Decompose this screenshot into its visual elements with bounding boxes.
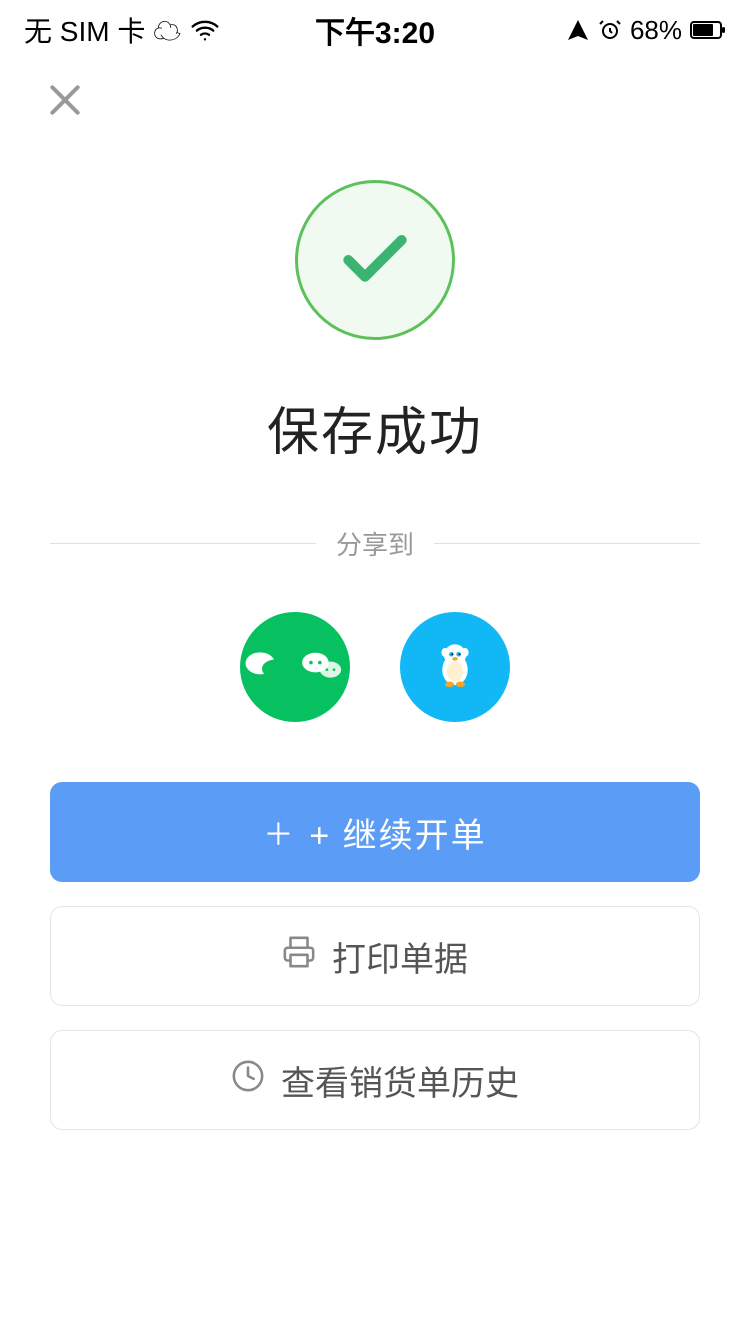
battery-icon [690, 20, 726, 40]
success-icon-circle [295, 180, 455, 340]
status-time: 下午3:20 [315, 8, 435, 52]
continue-label: + 继续开单 [309, 808, 486, 857]
divider-row: 分享到 [50, 525, 700, 562]
close-button[interactable] [40, 75, 90, 125]
share-qq-button[interactable] [400, 612, 510, 722]
checkmark-icon [335, 220, 415, 300]
main-content: 保存成功 分享到 [0, 140, 750, 1334]
print-button[interactable]: 打印单据 [50, 906, 700, 1006]
clock-icon [231, 1059, 265, 1101]
history-label: 查看销货单历史 [281, 1056, 519, 1105]
wifi-icon [191, 16, 219, 44]
status-right: 68% [566, 15, 726, 46]
share-label: 分享到 [336, 525, 414, 562]
print-icon [282, 935, 316, 977]
battery-label: 68% [630, 15, 682, 46]
success-title: 保存成功 [267, 390, 483, 465]
wechat-icon [240, 637, 295, 697]
action-buttons: ＋ + 继续开单 打印单据 查看销货单历史 [50, 782, 700, 1130]
share-section: 分享到 [50, 525, 700, 722]
location-icon [566, 18, 590, 42]
share-wechat-button[interactable] [240, 612, 350, 722]
qq-icon [425, 637, 485, 697]
nav-bar [0, 60, 750, 140]
plus-icon: ＋ [263, 810, 293, 854]
sim-label: 无 SIM 卡 ☁ [24, 10, 181, 50]
divider-left [50, 543, 316, 544]
history-button[interactable]: 查看销货单历史 [50, 1030, 700, 1130]
status-left: 无 SIM 卡 ☁ [24, 10, 219, 50]
share-icons [240, 612, 510, 722]
alarm-icon [598, 18, 622, 42]
wechat-logo [295, 637, 350, 697]
status-bar: 无 SIM 卡 ☁ 下午3:20 68% [0, 0, 750, 60]
divider-right [434, 543, 700, 544]
continue-button[interactable]: ＋ + 继续开单 [50, 782, 700, 882]
print-label: 打印单据 [332, 932, 468, 981]
